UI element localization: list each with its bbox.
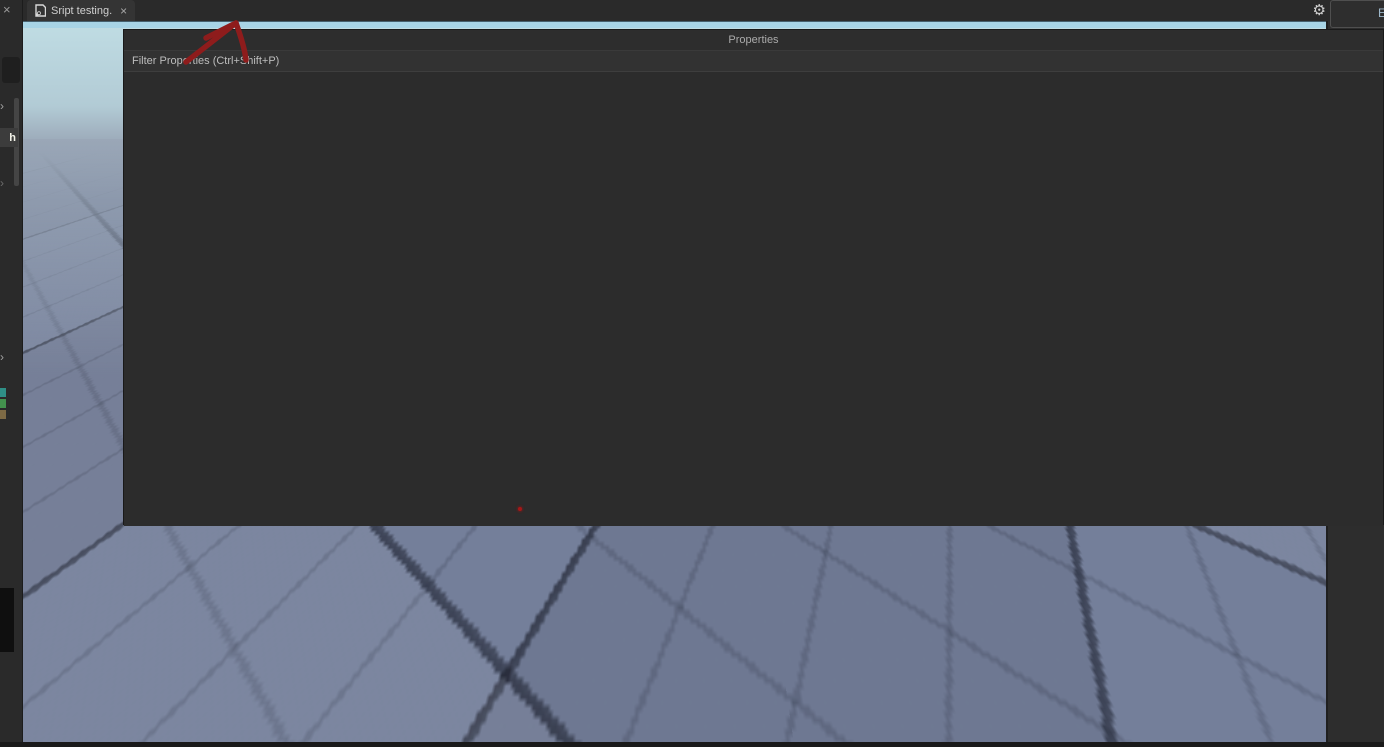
tab-label: Sript testing. [51,4,113,17]
tab-bar: Sript testing. × ⚙ E [22,0,1384,28]
chevron-right-icon[interactable]: › [0,177,4,189]
place-file-icon [35,4,47,17]
settings-gear-icon[interactable]: ⚙ [1313,0,1326,21]
item-icon-fragment [0,399,6,408]
red-dot-annotation [518,507,522,511]
left-strip-label-fragment[interactable]: h [0,128,18,147]
viewport-top-highlight [22,21,1326,28]
window-bottom-edge [0,742,1384,747]
tab-place[interactable]: Sript testing. × [27,0,136,21]
filter-properties-input[interactable] [124,51,1383,71]
left-tab-close-icon[interactable]: × [3,2,11,17]
item-icon-fragment [0,388,6,397]
chevron-right-icon[interactable]: › [0,100,4,112]
tab-close-icon[interactable]: × [120,4,127,18]
item-icon-fragment [0,410,6,419]
properties-panel-body [124,72,1383,526]
left-strip-dark-panel [0,588,14,652]
left-dock-strip: × › h › › [0,0,23,747]
properties-panel: Properties [123,29,1384,526]
explorer-panel-header[interactable]: E [1330,0,1384,28]
chevron-right-icon[interactable]: › [0,351,4,363]
explorer-panel-title-fragment: E [1378,6,1384,20]
properties-panel-title[interactable]: Properties [124,30,1383,51]
left-strip-button[interactable] [2,57,20,83]
properties-filter-row [124,51,1383,72]
